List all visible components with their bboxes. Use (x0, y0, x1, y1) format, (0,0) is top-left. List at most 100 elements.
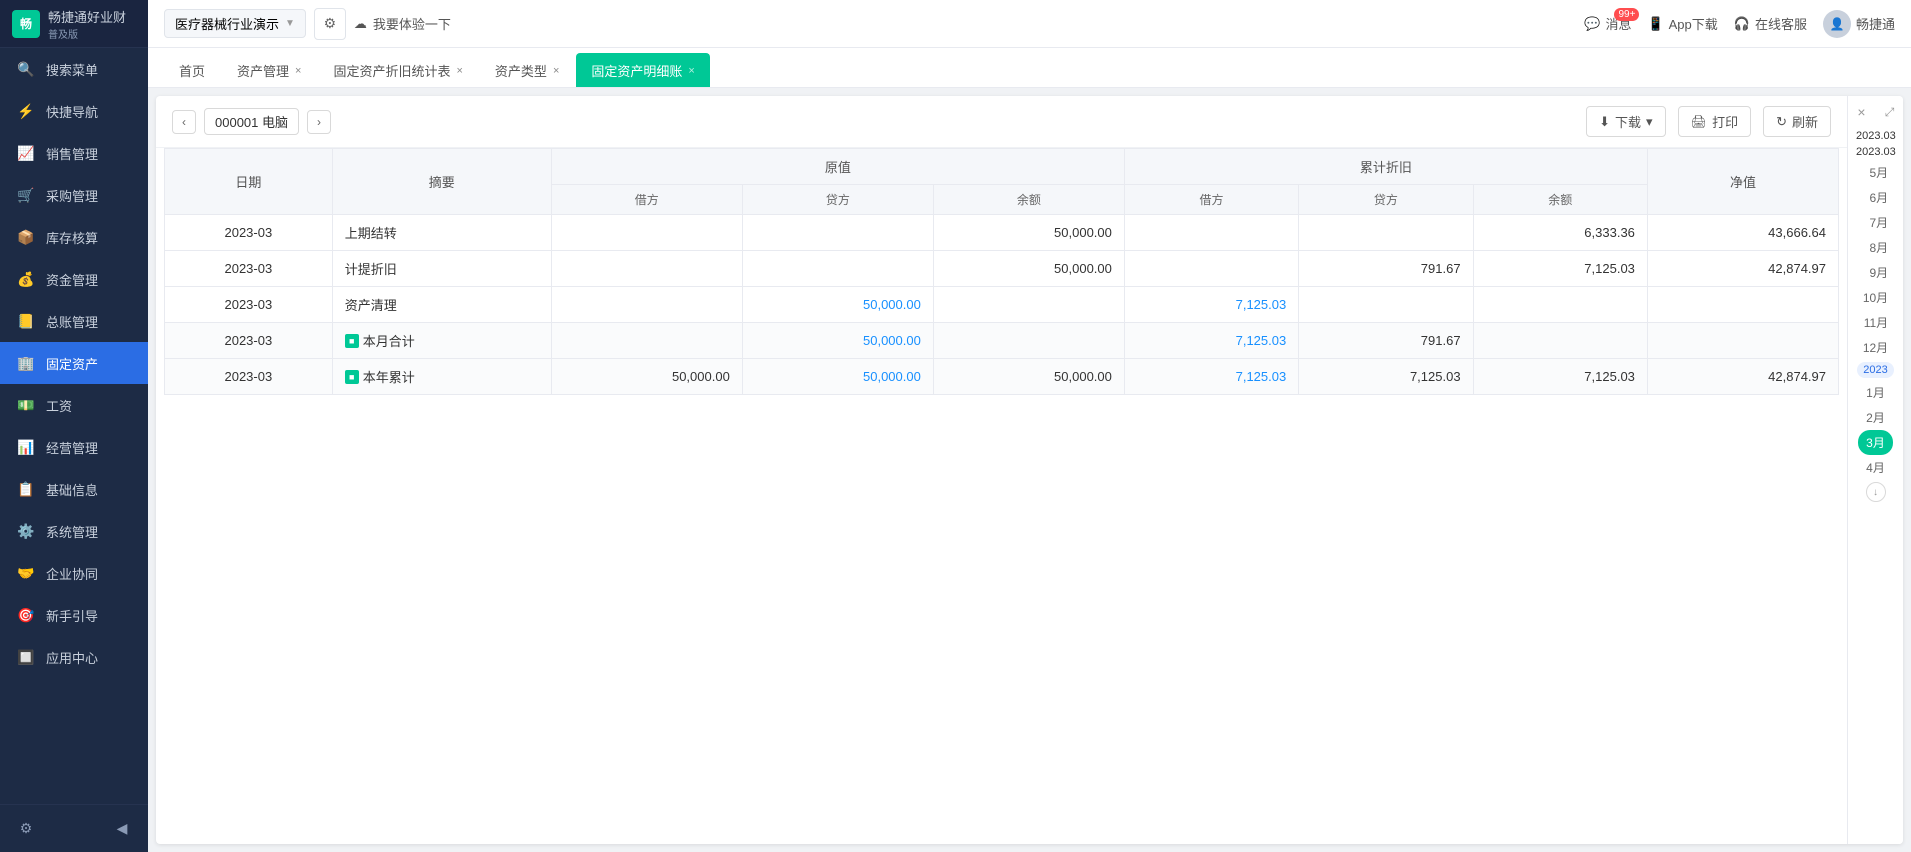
sidebar-item-funds[interactable]: 💰 资金管理 (0, 258, 148, 300)
experience-btn[interactable]: ☁ 我要体验一下 (354, 14, 451, 33)
table-cell-summary: ■本月合计 (332, 323, 551, 359)
table-cell-net: 42,874.97 (1647, 251, 1838, 287)
sidebar-item-label: 应用中心 (46, 648, 98, 667)
company-selector[interactable]: 医疗器械行业演示 ▼ (164, 9, 306, 38)
sidebar-item-quicknav[interactable]: ⚡ 快捷导航 (0, 90, 148, 132)
sidebar-item-label: 采购管理 (46, 186, 98, 205)
detail-toolbar: ‹ 000001 电脑 › ⬇ 下载 ▾ � (156, 96, 1847, 148)
timeline-month-item[interactable]: 10月 (1855, 285, 1896, 310)
table-cell-orig-credit (742, 215, 933, 251)
sidebar-item-label: 库存核算 (46, 228, 98, 247)
timeline-month-item[interactable]: 2月 (1858, 405, 1893, 430)
sidebar-item-label: 搜索菜单 (46, 60, 98, 79)
timeline-month-item[interactable]: 1月 (1858, 380, 1893, 405)
tab-asset-detail[interactable]: 固定资产明细账 × (576, 53, 709, 87)
topbar-right: 💬 消息 99+ 📱 App下载 🎧 在线客服 👤 畅捷通 (1584, 10, 1895, 38)
timeline-month-item[interactable]: 9月 (1855, 260, 1896, 285)
sales-icon: 📈 (16, 143, 36, 163)
timeline-month-item[interactable]: 8月 (1855, 235, 1896, 260)
download-btn[interactable]: ⬇ 下载 ▾ (1586, 106, 1665, 137)
tab-home[interactable]: 首页 (164, 53, 220, 87)
sidebar-item-search[interactable]: 🔍 搜索菜单 (0, 48, 148, 90)
tab-asset-type-label: 资产类型 (495, 61, 547, 80)
company-name: 医疗器械行业演示 (175, 14, 279, 33)
next-asset-btn[interactable]: › (307, 110, 331, 134)
search-icon: 🔍 (16, 59, 36, 79)
download-icon: ⬇ (1599, 114, 1610, 130)
chevron-right-icon: › (317, 115, 321, 129)
sidebar-item-collab[interactable]: 🤝 企业协同 (0, 552, 148, 594)
msg-icon: 💬 (1584, 16, 1600, 32)
timeline-current-year-label: 2023 (1857, 362, 1893, 378)
tab-depreciation-stats[interactable]: 固定资产折旧统计表 × (318, 53, 477, 87)
sidebar-item-label: 销售管理 (46, 144, 98, 163)
tab-asset-mgmt[interactable]: 资产管理 × (222, 53, 316, 87)
tab-depreciation-stats-close[interactable]: × (456, 65, 462, 77)
sidebar-item-operation[interactable]: 📊 经营管理 (0, 426, 148, 468)
timeline-month-item[interactable]: 7月 (1855, 210, 1896, 235)
asset-code-text: 000001 电脑 (215, 115, 288, 130)
user-profile-btn[interactable]: 👤 畅捷通 (1823, 10, 1895, 38)
tab-depreciation-stats-label: 固定资产折旧统计表 (333, 61, 450, 80)
tab-asset-type-close[interactable]: × (553, 65, 559, 77)
sidebar-logo-line1: 畅捷通好业财 (48, 7, 126, 26)
sidebar-logo: 畅 畅捷通好业财 普及版 (0, 0, 148, 48)
sidebar-item-label: 系统管理 (46, 522, 98, 541)
timeline-month-item[interactable]: 6月 (1855, 185, 1896, 210)
sidebar: 畅 畅捷通好业财 普及版 🔍 搜索菜单 ⚡ 快捷导航 📈 销售管理 🛒 采购管理… (0, 0, 148, 852)
prev-asset-btn[interactable]: ‹ (172, 110, 196, 134)
table-cell-orig-debit (551, 215, 742, 251)
refresh-label: 刷新 (1792, 112, 1818, 131)
refresh-btn[interactable]: ↻ 刷新 (1763, 106, 1831, 137)
timeline-down-btn[interactable]: ↓ (1866, 482, 1886, 502)
sidebar-item-basic[interactable]: 📋 基础信息 (0, 468, 148, 510)
table-cell-acc-balance: 7,125.03 (1473, 359, 1647, 395)
table-cell-date: 2023-03 (165, 287, 333, 323)
timeline-months-before: 5月6月7月8月9月10月11月12月 (1855, 160, 1896, 360)
tab-asset-detail-close[interactable]: × (688, 65, 694, 77)
app-download-btn[interactable]: 📱 App下载 (1647, 14, 1717, 33)
table-cell-orig-credit: 50,000.00 (742, 359, 933, 395)
sidebar-item-inventory[interactable]: 📦 库存核算 (0, 216, 148, 258)
tab-asset-mgmt-close[interactable]: × (295, 65, 301, 77)
sidebar-item-label: 总账管理 (46, 312, 98, 331)
col-summary: 摘要 (332, 149, 551, 215)
timeline-year2: 2023.03 (1848, 144, 1903, 160)
sidebar-collapse-icon[interactable]: ◀ (112, 819, 132, 839)
sidebar-item-salary[interactable]: 💵 工资 (0, 384, 148, 426)
chevron-left-icon: ‹ (182, 115, 186, 129)
sidebar-item-fixed[interactable]: 🏢 固定资产 (0, 342, 148, 384)
table-cell-acc-debit: 7,125.03 (1124, 287, 1298, 323)
table-cell-orig-credit (742, 251, 933, 287)
timeline-month-item[interactable]: 3月 (1858, 430, 1893, 455)
sidebar-item-sales[interactable]: 📈 销售管理 (0, 132, 148, 174)
sidebar-item-system[interactable]: ⚙️ 系统管理 (0, 510, 148, 552)
table-cell-acc-credit (1299, 215, 1473, 251)
table-cell-acc-balance (1473, 287, 1647, 323)
timeline-month-item[interactable]: 11月 (1855, 310, 1896, 335)
topbar-settings-btn[interactable]: ⚙ (314, 8, 346, 40)
service-btn[interactable]: 🎧 在线客服 (1734, 14, 1807, 33)
inventory-icon: 📦 (16, 227, 36, 247)
timeline-month-item[interactable]: 5月 (1855, 160, 1896, 185)
msg-btn[interactable]: 💬 消息 99+ (1584, 14, 1631, 33)
col-orig-credit: 贷方 (742, 185, 933, 215)
timeline-month-item[interactable]: 12月 (1855, 335, 1896, 360)
print-btn[interactable]: 🖨 打印 (1678, 106, 1752, 137)
table-cell-acc-credit: 791.67 (1299, 323, 1473, 359)
salary-icon: 💵 (16, 395, 36, 415)
col-acc-debit: 借方 (1124, 185, 1298, 215)
sidebar-settings-icon[interactable]: ⚙ (16, 819, 36, 839)
table-cell-acc-debit: 7,125.03 (1124, 323, 1298, 359)
sidebar-item-guide[interactable]: 🎯 新手引导 (0, 594, 148, 636)
download-label: 下载 (1615, 112, 1641, 131)
asset-detail-table: 日期 摘要 原值 累计折旧 净值 借方 贷方 余额 借方 贷方 余额 (164, 148, 1839, 395)
sidebar-item-ledger[interactable]: 📒 总账管理 (0, 300, 148, 342)
appcenter-icon: 🔲 (16, 647, 36, 667)
timeline-close-btn[interactable]: × (1850, 100, 1874, 124)
timeline-expand-btn[interactable]: ⤢ (1878, 100, 1902, 124)
tab-asset-type[interactable]: 资产类型 × (480, 53, 574, 87)
sidebar-item-purchase[interactable]: 🛒 采购管理 (0, 174, 148, 216)
timeline-month-item[interactable]: 4月 (1858, 455, 1893, 480)
sidebar-item-appcenter[interactable]: 🔲 应用中心 (0, 636, 148, 678)
